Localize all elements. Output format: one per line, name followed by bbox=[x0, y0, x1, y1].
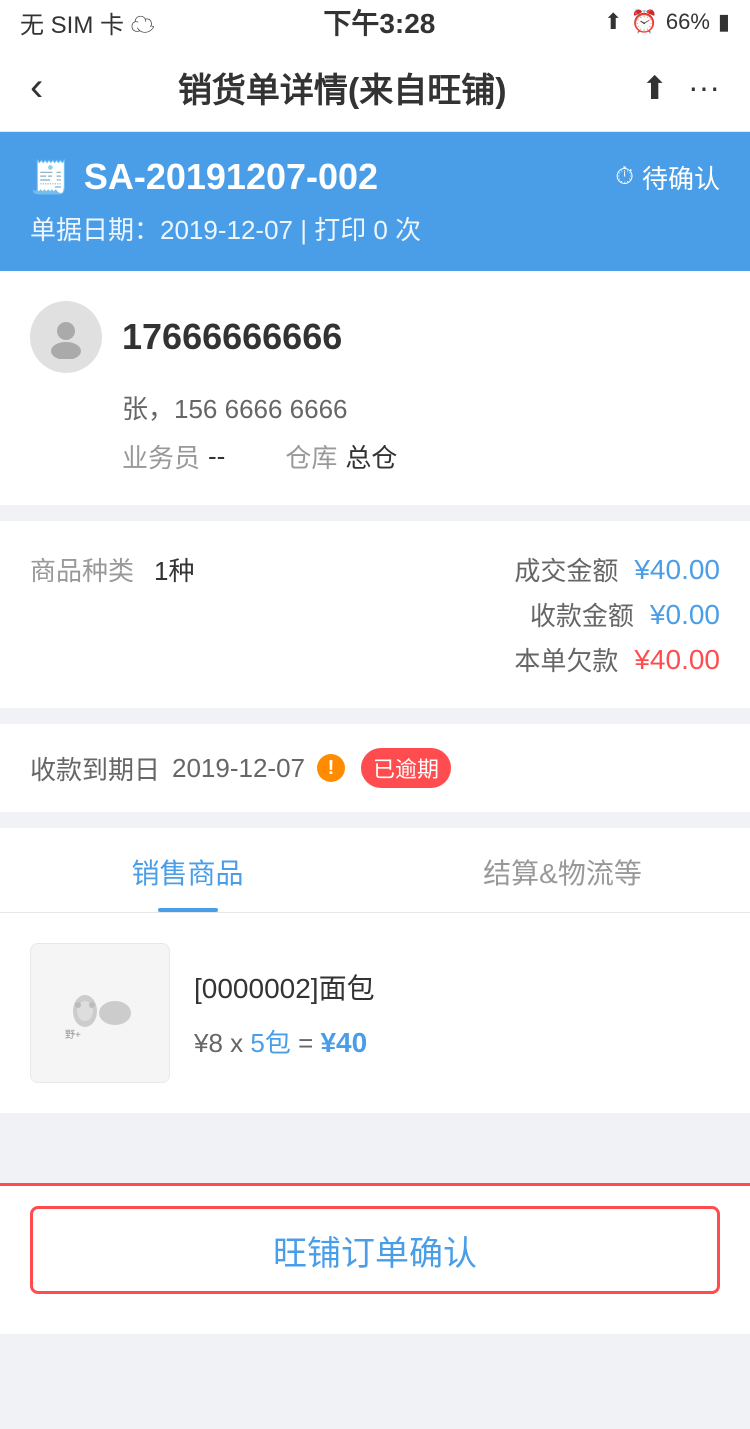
order-header-top: 🧾 SA-20191207-002 ⏱ 待确认 bbox=[30, 156, 720, 198]
product-name: [0000002]面包 bbox=[194, 967, 720, 1007]
due-date-label: 收款到期日 bbox=[30, 750, 160, 787]
goods-type-label: 商品种类 bbox=[30, 551, 134, 588]
received-label: 收款金额 bbox=[530, 596, 634, 633]
product-thumbnail: 野+ bbox=[30, 943, 170, 1083]
salesperson-info: 业务员 -- bbox=[122, 438, 225, 475]
customer-meta: 业务员 -- 仓库 总仓 bbox=[30, 438, 720, 475]
customer-top: 17666666666 bbox=[30, 301, 720, 373]
order-header: 🧾 SA-20191207-002 ⏱ 待确认 单据日期：2019-12-07 … bbox=[0, 132, 750, 271]
back-button[interactable]: ‹ bbox=[30, 65, 43, 110]
battery-text: 66% bbox=[666, 9, 710, 35]
nav-bar: ‹ 销货单详情(来自旺铺) ⬆ ··· bbox=[0, 44, 750, 132]
summary-inner: 商品种类 1种 成交金额 ¥40.00 收款金额 ¥0.00 本单欠款 ¥40.… bbox=[30, 551, 720, 678]
battery-icon: ▮ bbox=[718, 9, 730, 35]
amounts: 成交金额 ¥40.00 收款金额 ¥0.00 本单欠款 ¥40.00 bbox=[514, 551, 720, 678]
overdue-badge: 已逾期 bbox=[361, 748, 451, 788]
customer-avatar bbox=[30, 301, 102, 373]
price-quantity: 5包 bbox=[250, 1028, 290, 1058]
no-sim-text: 无 SIM 卡 ☁ bbox=[20, 5, 155, 40]
status-right: ⬆ ⏰ 66% ▮ bbox=[604, 9, 730, 35]
nav-actions: ⬆ ··· bbox=[641, 69, 720, 107]
transaction-amount: ¥40.00 bbox=[634, 554, 720, 586]
due-date-value: 2019-12-07 bbox=[172, 753, 305, 784]
page-title: 销货单详情(来自旺铺) bbox=[178, 63, 507, 112]
transaction-label: 成交金额 bbox=[514, 551, 618, 588]
tab-settlement[interactable]: 结算&物流等 bbox=[375, 828, 750, 912]
salesperson-value: -- bbox=[208, 441, 225, 472]
price-total: ¥40 bbox=[320, 1027, 367, 1058]
location-icon: ⬆ bbox=[604, 9, 622, 35]
order-date: 单据日期：2019-12-07 | 打印 0 次 bbox=[30, 210, 720, 247]
clock-icon: ⏰ bbox=[630, 9, 657, 35]
price-base: ¥8 x bbox=[194, 1028, 250, 1058]
transaction-row: 成交金额 ¥40.00 bbox=[514, 551, 720, 588]
exclaim-icon: ! bbox=[317, 754, 345, 782]
product-item: 野+ [0000002]面包 ¥8 x 5包 = ¥40 bbox=[30, 943, 720, 1083]
tabs-header: 销售商品 结算&物流等 bbox=[0, 828, 750, 913]
product-section: 野+ [0000002]面包 ¥8 x 5包 = ¥40 bbox=[0, 913, 750, 1113]
order-status: ⏱ 待确认 bbox=[615, 159, 720, 196]
clock-status-icon: ⏱ bbox=[615, 163, 634, 191]
more-icon[interactable]: ··· bbox=[688, 69, 720, 106]
order-id: SA-20191207-002 bbox=[84, 156, 378, 198]
confirm-order-button[interactable]: 旺铺订单确认 bbox=[30, 1206, 720, 1294]
salesperson-label: 业务员 bbox=[122, 438, 200, 475]
warehouse-value: 总仓 bbox=[345, 438, 397, 475]
due-date-section: 收款到期日 2019-12-07 ! 已逾期 bbox=[0, 724, 750, 812]
goods-type-value: 1种 bbox=[154, 551, 194, 588]
warehouse-label: 仓库 bbox=[285, 438, 337, 475]
owed-label: 本单欠款 bbox=[514, 641, 618, 678]
product-price: ¥8 x 5包 = ¥40 bbox=[194, 1023, 720, 1060]
customer-phone: 17666666666 bbox=[122, 316, 342, 358]
owed-row: 本单欠款 ¥40.00 bbox=[514, 641, 720, 678]
tab-sales-goods[interactable]: 销售商品 bbox=[0, 828, 375, 912]
received-row: 收款金额 ¥0.00 bbox=[530, 596, 720, 633]
price-equal: = bbox=[291, 1028, 321, 1058]
svg-text:野+: 野+ bbox=[65, 1029, 81, 1041]
received-amount: ¥0.00 bbox=[650, 599, 720, 631]
owed-amount: ¥40.00 bbox=[634, 644, 720, 676]
goods-type: 商品种类 1种 bbox=[30, 551, 194, 588]
customer-detail: 张，156 6666 6666 bbox=[30, 389, 720, 426]
status-left: 无 SIM 卡 ☁ bbox=[20, 5, 155, 40]
product-info: [0000002]面包 ¥8 x 5包 = ¥40 bbox=[194, 967, 720, 1060]
status-bar: 无 SIM 卡 ☁ 下午3:28 ⬆ ⏰ 66% ▮ bbox=[0, 0, 750, 44]
customer-section: 17666666666 张，156 6666 6666 业务员 -- 仓库 总仓 bbox=[0, 271, 750, 505]
summary-section: 商品种类 1种 成交金额 ¥40.00 收款金额 ¥0.00 本单欠款 ¥40.… bbox=[0, 521, 750, 708]
tabs-section: 销售商品 结算&物流等 bbox=[0, 828, 750, 913]
order-icon: 🧾 bbox=[30, 158, 70, 196]
warehouse-info: 仓库 总仓 bbox=[285, 438, 397, 475]
status-text: 待确认 bbox=[642, 159, 720, 196]
confirm-btn-wrap: 旺铺订单确认 bbox=[0, 1183, 750, 1334]
share-icon[interactable]: ⬆ bbox=[641, 69, 668, 107]
status-time: 下午3:28 bbox=[323, 2, 435, 42]
